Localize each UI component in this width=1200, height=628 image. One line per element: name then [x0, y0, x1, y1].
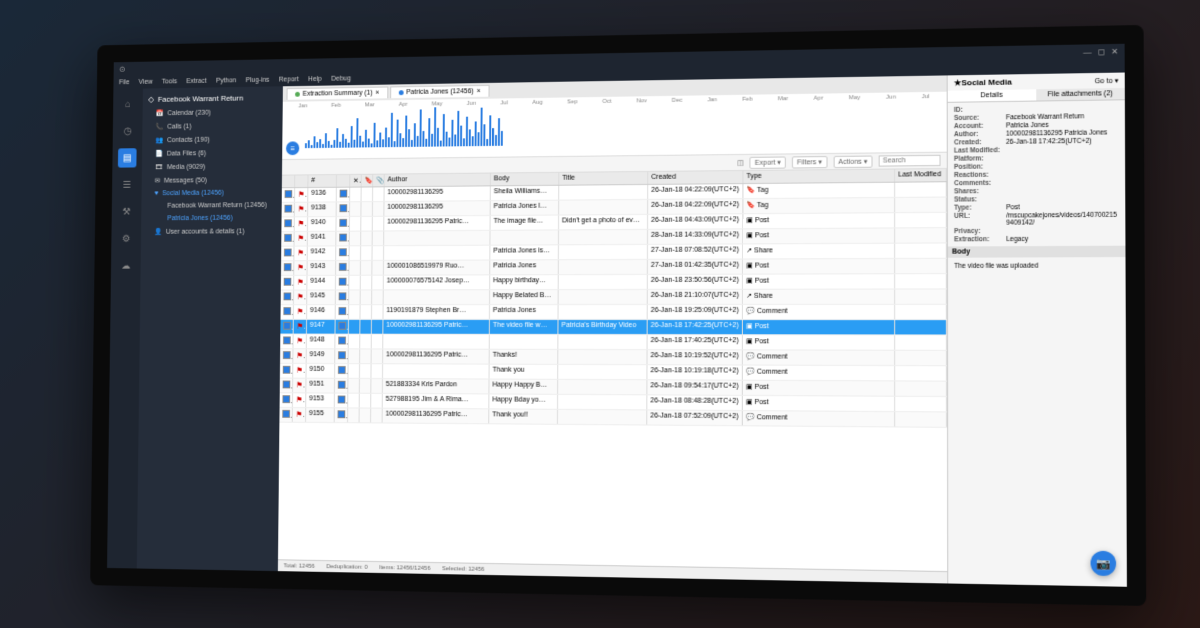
column-header[interactable]: Author — [385, 174, 491, 187]
export-button[interactable]: Export ▾ — [750, 156, 786, 168]
detail-field: Comments: — [954, 179, 1119, 188]
maximize-icon[interactable]: ◻ — [1098, 47, 1105, 56]
search-input[interactable] — [879, 155, 941, 167]
table-row[interactable]: ⚑ 9155 100002981136295 Patric… Thank you… — [279, 408, 947, 428]
column-header[interactable]: ✕ — [350, 175, 362, 187]
table-row[interactable]: ⚑ 9145 Happy Belated B… 26-Jan-18 21:10:… — [281, 289, 947, 305]
rail-analyzed-data[interactable]: ▤ — [118, 148, 137, 167]
table-row[interactable]: ⚑ 9148 26-Jan-18 17:40:25(UTC+2) ▣ Post — [280, 335, 947, 351]
data-table: # ✕🔖📎AuthorBodyTitleCreatedTypeLast Modif… — [278, 169, 947, 571]
sidebar: ◇Facebook Warrant Return 📅Calendar (230)… — [137, 86, 283, 571]
rail-cloud[interactable]: ☁ — [116, 256, 135, 275]
menu-plug-ins[interactable]: Plug-ins — [246, 76, 270, 83]
close-icon[interactable]: ✕ — [1111, 46, 1118, 55]
table-row[interactable]: ⚑ 9146 1190191879 Stephen Br… Patricia J… — [280, 305, 946, 320]
rail-filesystem[interactable]: ☰ — [118, 175, 137, 194]
menu-help[interactable]: Help — [308, 75, 322, 82]
column-header[interactable]: Created — [648, 171, 743, 184]
detail-tab[interactable]: File attachments (2) — [1036, 88, 1125, 101]
menu-file[interactable]: File — [119, 79, 129, 86]
rail-settings[interactable]: ⚙ — [117, 229, 136, 248]
detail-field: Shares: — [954, 187, 1119, 196]
close-icon[interactable]: × — [375, 90, 379, 97]
column-header[interactable]: 🔖 — [362, 175, 374, 187]
menu-report[interactable]: Report — [279, 76, 299, 83]
panel-title: ★ — [954, 78, 961, 87]
column-header[interactable] — [282, 175, 295, 187]
detail-field: Status: — [954, 195, 1119, 203]
column-header[interactable]: 📎 — [373, 175, 385, 187]
app-icon: ⊙ — [119, 64, 125, 73]
sidebar-item[interactable]: Patricia Jones (12456) — [141, 212, 281, 226]
timeline-button[interactable]: ≡ — [286, 141, 299, 155]
detail-field: Type:Post — [954, 203, 1119, 211]
menu-extract[interactable]: Extract — [186, 77, 206, 84]
screenshot-fab[interactable]: 📷 — [1090, 551, 1116, 576]
sidebar-item[interactable]: ✉Messages (50) — [142, 173, 282, 188]
minimize-icon[interactable]: — — [1083, 47, 1091, 56]
column-header[interactable]: Title — [559, 172, 648, 185]
column-header[interactable]: Last Modified — [895, 169, 947, 182]
column-header[interactable] — [295, 175, 308, 187]
sidebar-item[interactable]: ♥Social Media (12456) — [141, 186, 281, 200]
tab[interactable]: Extraction Summary (1) × — [287, 87, 388, 100]
sidebar-item[interactable]: 👤User accounts & details (1) — [141, 224, 281, 238]
sidebar-item[interactable]: Facebook Warrant Return (12456) — [141, 199, 281, 213]
rail-timeline[interactable]: ◷ — [118, 121, 137, 140]
timeline[interactable]: JanFebMarAprMayJunJulAugSepOctNovDecJanF… — [282, 92, 947, 160]
menu-python[interactable]: Python — [216, 77, 236, 84]
body-section: Body — [948, 246, 1126, 258]
actions-button[interactable]: Actions ▾ — [833, 155, 872, 168]
table-row[interactable]: ⚑ 9143 100001086519979 Ruo… Patricia Jon… — [281, 259, 947, 276]
detail-field: Privacy: — [954, 227, 1119, 235]
close-icon[interactable]: × — [477, 88, 481, 95]
detail-field: Extraction:Legacy — [954, 235, 1119, 243]
filters-button[interactable]: Filters ▾ — [792, 156, 827, 168]
table-row[interactable]: ⚑ 9144 100000076575142 Josep… Happy birt… — [281, 274, 947, 290]
body-text: The video file was uploaded — [954, 260, 1119, 272]
menu-view[interactable]: View — [139, 78, 153, 85]
column-header[interactable]: Type — [743, 170, 895, 184]
detail-tab[interactable]: Details — [948, 89, 1036, 102]
view-icon[interactable]: ◫ — [737, 158, 744, 166]
detail-field: URL:/mscupcakejones/videos/1407002159409… — [954, 212, 1119, 227]
column-header[interactable] — [337, 175, 350, 187]
detail-field: Reactions: — [954, 170, 1119, 179]
rail-home[interactable]: ⌂ — [119, 94, 138, 113]
menu-debug[interactable]: Debug — [331, 75, 351, 82]
details-panel: ★ Social Media Go to ▾ DetailsFile attac… — [947, 73, 1127, 587]
goto-button[interactable]: Go to ▾ — [1094, 76, 1118, 85]
rail-tagged[interactable]: ⚒ — [117, 202, 136, 221]
sidebar-item[interactable]: 🎞Media (9029) — [142, 159, 282, 174]
table-row[interactable]: ⚑ 9147 100002981136295 Patric… The video… — [280, 320, 947, 336]
column-header[interactable]: # — [308, 175, 337, 187]
menu-tools[interactable]: Tools — [162, 78, 177, 85]
column-header[interactable]: Body — [491, 173, 559, 186]
tab[interactable]: Patricia Jones (12456) × — [390, 85, 490, 98]
